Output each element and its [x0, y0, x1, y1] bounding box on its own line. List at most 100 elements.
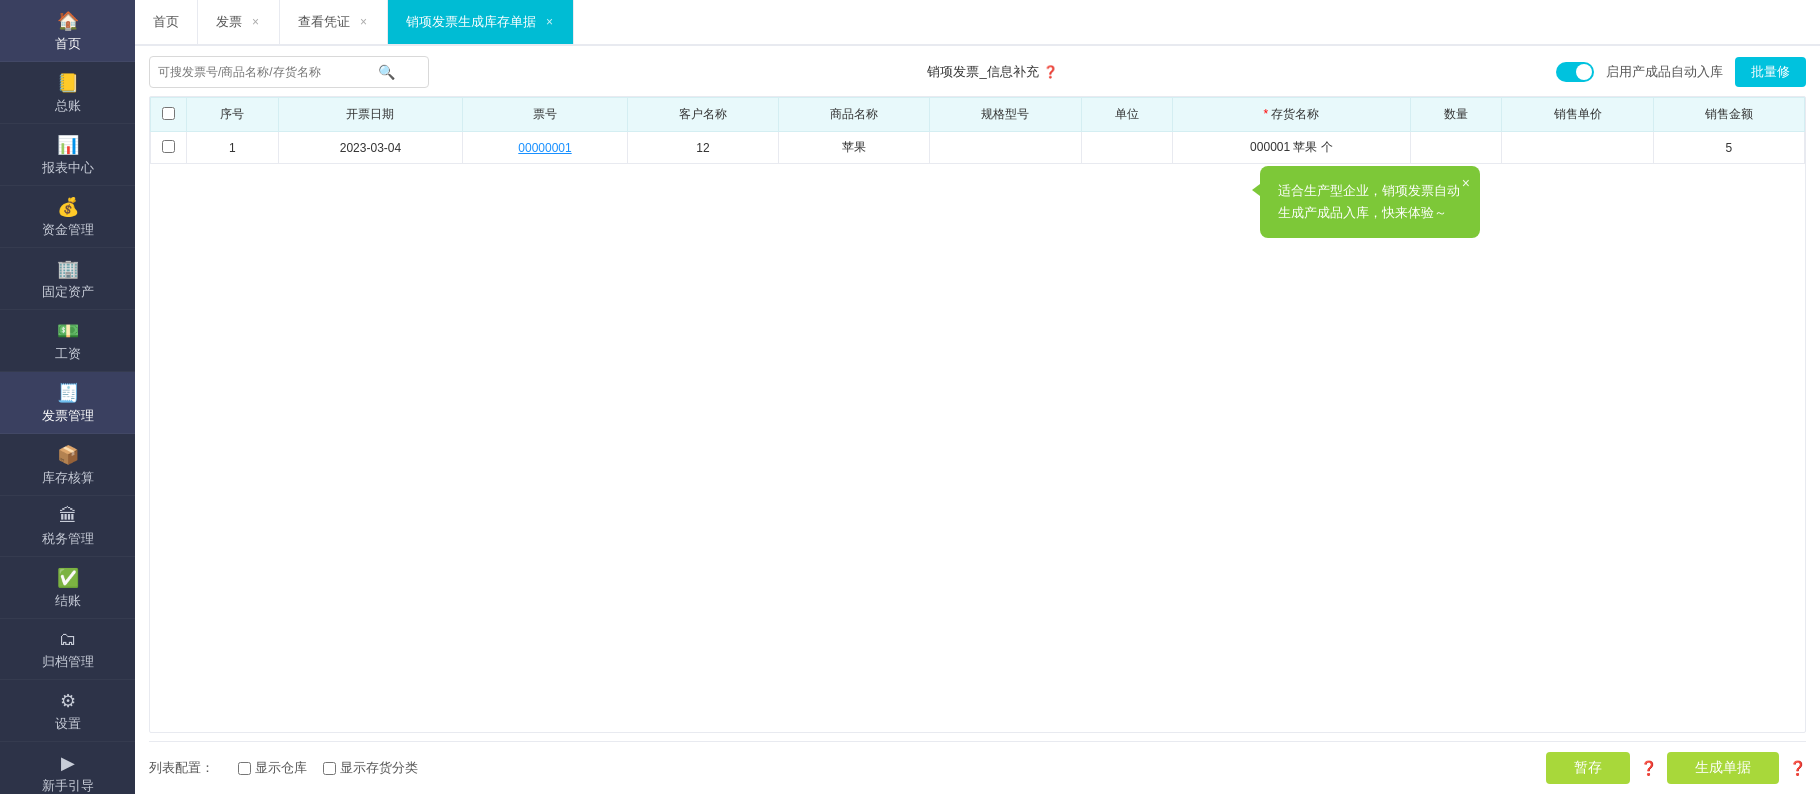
tab-sales-invoice[interactable]: 销项发票生成库存单据 × [388, 0, 574, 44]
sidebar-item-label: 固定资产 [42, 283, 94, 301]
tab-sales-invoice-label: 销项发票生成库存单据 [406, 13, 536, 31]
row-checkbox[interactable] [162, 140, 175, 153]
header-amount: 销售金额 [1653, 98, 1804, 132]
generate-button[interactable]: 生成单据 [1667, 752, 1779, 784]
sidebar-item-archive[interactable]: 🗂 归档管理 [0, 619, 135, 680]
inventory-icon: 📦 [57, 444, 79, 466]
generate-help-icon[interactable]: ❓ [1789, 760, 1806, 776]
table-header-row: 序号 开票日期 票号 客户名称 商品名称 规格型号 单位 存货名称 数量 销售单… [151, 98, 1805, 132]
sidebar-item-inventory[interactable]: 📦 库存核算 [0, 434, 135, 496]
sidebar-item-label: 报表中心 [42, 159, 94, 177]
header-checkbox-cell [151, 98, 187, 132]
data-table: 序号 开票日期 票号 客户名称 商品名称 规格型号 单位 存货名称 数量 销售单… [150, 97, 1805, 164]
toggle-label: 启用产成品自动入库 [1606, 63, 1723, 81]
select-all-checkbox[interactable] [162, 107, 175, 120]
show-warehouse-label[interactable]: 显示仓库 [238, 759, 307, 777]
sidebar-item-label: 设置 [55, 715, 81, 733]
tab-sales-invoice-close[interactable]: × [544, 15, 555, 29]
row-inventory-name: 000001 苹果 个 [1173, 132, 1410, 164]
row-ticket-no: 00000001 [463, 132, 628, 164]
table-row: 1 2023-03-04 00000001 12 苹果 000001 苹果 个 … [151, 132, 1805, 164]
tab-voucher-label: 查看凭证 [298, 13, 350, 31]
show-inventory-cat-checkbox[interactable] [323, 762, 336, 775]
row-unit-price [1502, 132, 1653, 164]
tab-bar: 首页 发票 × 查看凭证 × 销项发票生成库存单据 × [135, 0, 1820, 46]
header-quantity: 数量 [1410, 98, 1502, 132]
main-content: 首页 发票 × 查看凭证 × 销项发票生成库存单据 × 🔍 销项发票_信息补充 … [135, 0, 1820, 794]
toolbar-row: 🔍 销项发票_信息补充 ❓ 启用产成品自动入库 批量修 [149, 56, 1806, 88]
header-date: 开票日期 [278, 98, 462, 132]
invoice-icon: 🧾 [57, 382, 79, 404]
closing-icon: ✅ [57, 567, 79, 589]
show-inventory-cat-text: 显示存货分类 [340, 759, 418, 777]
sidebar-item-assets[interactable]: 🏢 固定资产 [0, 248, 135, 310]
sidebar-item-salary[interactable]: 💵 工资 [0, 310, 135, 372]
sidebar-item-invoice[interactable]: 🧾 发票管理 [0, 372, 135, 434]
sidebar-item-reports[interactable]: 📊 报表中心 [0, 124, 135, 186]
search-icon: 🔍 [378, 64, 395, 80]
page-content: 🔍 销项发票_信息补充 ❓ 启用产成品自动入库 批量修 [135, 46, 1820, 794]
sidebar: 🏠 首页 📒 总账 📊 报表中心 💰 资金管理 🏢 固定资产 💵 工资 🧾 发票… [0, 0, 135, 794]
tab-invoice[interactable]: 发票 × [198, 0, 280, 44]
header-inventory-name: 存货名称 [1173, 98, 1410, 132]
tax-icon: 🏛 [59, 506, 77, 527]
sidebar-item-label: 归档管理 [42, 653, 94, 671]
info-help-icon[interactable]: ❓ [1043, 65, 1058, 79]
header-unit: 单位 [1081, 98, 1173, 132]
show-inventory-cat-label[interactable]: 显示存货分类 [323, 759, 418, 777]
batch-modify-button[interactable]: 批量修 [1735, 57, 1806, 87]
sidebar-item-home[interactable]: 🏠 首页 [0, 0, 135, 62]
sidebar-item-settings[interactable]: ⚙ 设置 [0, 680, 135, 742]
row-date: 2023-03-04 [278, 132, 462, 164]
ledger-icon: 📒 [57, 72, 79, 94]
tab-voucher-close[interactable]: × [358, 15, 369, 29]
tooltip-bubble: × 适合生产型企业，销项发票自动生成产成品入库，快来体验～ [1260, 166, 1480, 238]
search-input[interactable] [158, 65, 378, 79]
archive-icon: 🗂 [59, 629, 77, 650]
row-checkbox-cell [151, 132, 187, 164]
home-icon: 🏠 [57, 10, 79, 32]
row-product-name: 苹果 [779, 132, 930, 164]
sidebar-item-label: 结账 [55, 592, 81, 610]
header-product-name: 商品名称 [779, 98, 930, 132]
tooltip-text: 适合生产型企业，销项发票自动生成产成品入库，快来体验～ [1278, 183, 1460, 220]
assets-icon: 🏢 [57, 258, 79, 280]
tab-invoice-close[interactable]: × [250, 15, 261, 29]
salary-icon: 💵 [57, 320, 79, 342]
row-customer: 12 [627, 132, 778, 164]
sidebar-item-label: 新手引导 [42, 777, 94, 794]
show-warehouse-checkbox[interactable] [238, 762, 251, 775]
sidebar-item-label: 总账 [55, 97, 81, 115]
sidebar-item-closing[interactable]: ✅ 结账 [0, 557, 135, 619]
row-unit [1081, 132, 1173, 164]
funds-icon: 💰 [57, 196, 79, 218]
sidebar-item-label: 税务管理 [42, 530, 94, 548]
tab-home[interactable]: 首页 [135, 0, 198, 44]
sidebar-item-label: 首页 [55, 35, 81, 53]
sidebar-item-label: 工资 [55, 345, 81, 363]
sidebar-item-label: 库存核算 [42, 469, 94, 487]
right-toolbar: 启用产成品自动入库 批量修 [1556, 57, 1806, 87]
header-seq: 序号 [187, 98, 279, 132]
row-amount: 5 [1653, 132, 1804, 164]
sidebar-item-ledger[interactable]: 📒 总账 [0, 62, 135, 124]
data-table-wrapper: 序号 开票日期 票号 客户名称 商品名称 规格型号 单位 存货名称 数量 销售单… [149, 96, 1806, 733]
table-body: 1 2023-03-04 00000001 12 苹果 000001 苹果 个 … [151, 132, 1805, 164]
tooltip-close-icon[interactable]: × [1462, 172, 1470, 196]
sidebar-item-tax[interactable]: 🏛 税务管理 [0, 496, 135, 557]
save-button[interactable]: 暂存 [1546, 752, 1630, 784]
row-seq: 1 [187, 132, 279, 164]
sidebar-item-label: 发票管理 [42, 407, 94, 425]
tab-home-label: 首页 [153, 13, 179, 31]
search-box[interactable]: 🔍 [149, 56, 429, 88]
auto-warehouse-toggle[interactable] [1556, 62, 1594, 82]
ticket-no-link[interactable]: 00000001 [518, 141, 571, 155]
sidebar-item-funds[interactable]: 💰 资金管理 [0, 186, 135, 248]
row-quantity [1410, 132, 1502, 164]
header-unit-price: 销售单价 [1502, 98, 1653, 132]
sidebar-item-guide[interactable]: ▶ 新手引导 [0, 742, 135, 794]
save-help-icon[interactable]: ❓ [1640, 760, 1657, 776]
tab-voucher[interactable]: 查看凭证 × [280, 0, 388, 44]
header-spec: 规格型号 [930, 98, 1081, 132]
guide-icon: ▶ [61, 752, 75, 774]
